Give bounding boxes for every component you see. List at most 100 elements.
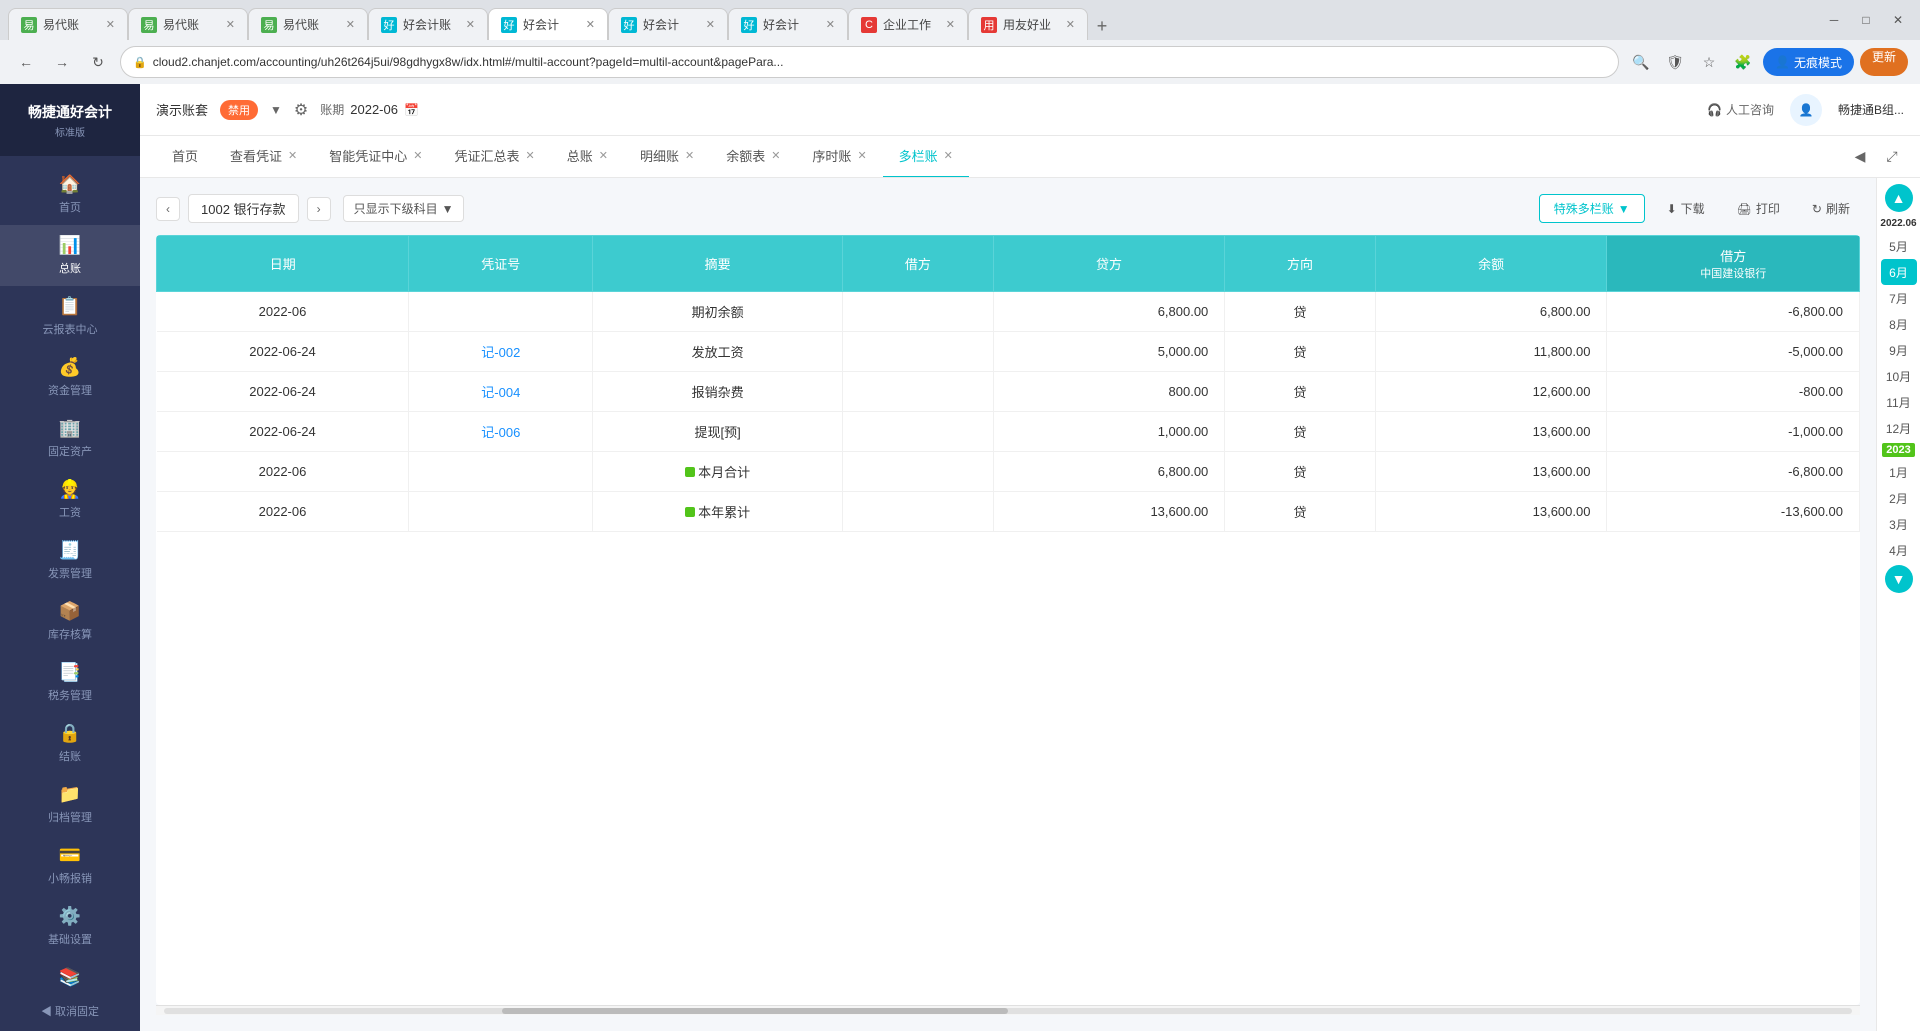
browser-tab-8[interactable]: C 企业工作 ✕ bbox=[848, 8, 968, 40]
download-button[interactable]: ⬇ 下载 bbox=[1657, 195, 1715, 222]
refresh-button[interactable]: ↻ 刷新 bbox=[1802, 195, 1860, 222]
tab-close-icon[interactable]: ✕ bbox=[226, 18, 235, 31]
sidebar-item-inventory[interactable]: 📦 库存核算 bbox=[0, 591, 140, 652]
sidebar-item-archive[interactable]: 📁 归档管理 bbox=[0, 774, 140, 835]
sidebar-pin-button[interactable]: ◀ 取消固定 bbox=[0, 991, 140, 1031]
sidebar-item-close[interactable]: 🔒 结账 bbox=[0, 713, 140, 774]
sidebar-item-report[interactable]: 📋 云报表中心 bbox=[0, 286, 140, 347]
subcategory-filter[interactable]: 只显示下级科目 ▼ bbox=[343, 195, 465, 222]
content-tab-首页[interactable]: 首页 bbox=[156, 136, 214, 178]
tab-close-icon[interactable]: ✕ bbox=[826, 18, 835, 31]
sidebar-item-settings[interactable]: ⚙️ 基础设置 bbox=[0, 896, 140, 957]
tab-close-x-icon[interactable]: ✕ bbox=[288, 149, 297, 162]
tab-close-icon[interactable]: ✕ bbox=[106, 18, 115, 31]
browser-tab-4[interactable]: 好 好会计账 ✕ bbox=[368, 8, 488, 40]
shield-icon[interactable]: 🛡 bbox=[1661, 48, 1689, 76]
tab-close-x-icon[interactable]: ✕ bbox=[685, 149, 694, 162]
close-button[interactable]: ✕ bbox=[1884, 8, 1912, 32]
sidebar-item-expense[interactable]: 💳 小畅报销 bbox=[0, 835, 140, 896]
content-tab-智能凭证中心[interactable]: 智能凭证中心 ✕ bbox=[313, 136, 438, 178]
calendar-month-2023-1月[interactable]: 1月 bbox=[1881, 459, 1917, 485]
voucher-link[interactable]: 记-006 bbox=[481, 425, 520, 440]
calendar-scroll-up[interactable]: ▲ bbox=[1885, 184, 1913, 212]
calendar-icon[interactable]: 📅 bbox=[404, 103, 419, 117]
sidebar-item-asset[interactable]: 🏢 固定资产 bbox=[0, 408, 140, 469]
tab-close-x-icon[interactable]: ✕ bbox=[771, 149, 780, 162]
new-tab-button[interactable]: + bbox=[1088, 12, 1116, 40]
star-icon[interactable]: ☆ bbox=[1695, 48, 1723, 76]
search-icon[interactable]: 🔍 bbox=[1627, 48, 1655, 76]
calendar-month-6月[interactable]: 6月 bbox=[1881, 259, 1917, 285]
user-avatar[interactable]: 👤 bbox=[1790, 94, 1822, 126]
tab-close-icon[interactable]: ✕ bbox=[586, 18, 595, 31]
browser-tab-6[interactable]: 好 好会计 ✕ bbox=[608, 8, 728, 40]
dropdown-icon[interactable]: ▼ bbox=[270, 103, 282, 117]
address-bar[interactable]: 🔒 cloud2.chanjet.com/accounting/uh26t264… bbox=[120, 46, 1619, 78]
content-tab-序时账[interactable]: 序时账 ✕ bbox=[796, 136, 882, 178]
calendar-month-2023-4月[interactable]: 4月 bbox=[1881, 537, 1917, 563]
ai-consult-button[interactable]: 🎧 人工咨询 bbox=[1707, 101, 1774, 118]
calendar-month-11月[interactable]: 11月 bbox=[1881, 389, 1917, 415]
tab-close-icon[interactable]: ✕ bbox=[1066, 18, 1075, 31]
content-tab-凭证汇总表[interactable]: 凭证汇总表 ✕ bbox=[438, 136, 550, 178]
browser-tab-7[interactable]: 好 好会计 ✕ bbox=[728, 8, 848, 40]
tab-close-x-icon[interactable]: ✕ bbox=[526, 149, 535, 162]
incognito-button[interactable]: 👤 无痕模式 bbox=[1763, 48, 1854, 76]
multi-col-button[interactable]: 特殊多栏账 ▼ bbox=[1539, 194, 1645, 223]
tab-close-icon[interactable]: ✕ bbox=[466, 18, 475, 31]
content-tab-明细账[interactable]: 明细账 ✕ bbox=[624, 136, 710, 178]
calendar-month-8月[interactable]: 8月 bbox=[1881, 311, 1917, 337]
content-tab-查看凭证[interactable]: 查看凭证 ✕ bbox=[214, 136, 313, 178]
browser-tab-9[interactable]: 用 用友好业 ✕ bbox=[968, 8, 1088, 40]
tab-close-icon[interactable]: ✕ bbox=[946, 18, 955, 31]
calendar-month-2023-2月[interactable]: 2月 bbox=[1881, 485, 1917, 511]
expand-icon[interactable]: ⤢ bbox=[1880, 145, 1904, 169]
forward-button[interactable]: → bbox=[48, 48, 76, 76]
sidebar-item-home[interactable]: 🏠 首页 bbox=[0, 164, 140, 225]
tab-close-icon[interactable]: ✕ bbox=[706, 18, 715, 31]
user-name[interactable]: 畅捷通B组... bbox=[1838, 101, 1904, 118]
content-tab-总账[interactable]: 总账 ✕ bbox=[551, 136, 624, 178]
tab-close-icon[interactable]: ✕ bbox=[346, 18, 355, 31]
back-button[interactable]: ← bbox=[12, 48, 40, 76]
sidebar-item-guide[interactable]: 📚 新手引导 bbox=[0, 957, 140, 991]
reload-button[interactable]: ↻ bbox=[84, 48, 112, 76]
horizontal-scrollbar[interactable] bbox=[156, 1005, 1860, 1015]
calendar-month-12月[interactable]: 12月 bbox=[1881, 415, 1917, 441]
browser-tab-2[interactable]: 易 易代账 ✕ bbox=[128, 8, 248, 40]
update-button[interactable]: 更新 bbox=[1860, 48, 1908, 76]
extensions-icon[interactable]: 🧩 bbox=[1729, 48, 1757, 76]
print-button[interactable]: 🖨 打印 bbox=[1727, 195, 1790, 222]
content-tab-余额表[interactable]: 余额表 ✕ bbox=[710, 136, 796, 178]
maximize-button[interactable]: □ bbox=[1852, 8, 1880, 32]
browser-tab-1[interactable]: 易 易代账 ✕ bbox=[8, 8, 128, 40]
tab-close-x-icon[interactable]: ✕ bbox=[944, 149, 953, 162]
tab-close-x-icon[interactable]: ✕ bbox=[599, 149, 608, 162]
sidebar-item-capital[interactable]: 💰 资金管理 bbox=[0, 347, 140, 408]
browser-tab-3[interactable]: 易 易代账 ✕ bbox=[248, 8, 368, 40]
calendar-month-7月[interactable]: 7月 bbox=[1881, 285, 1917, 311]
settings-icon[interactable]: ⚙ bbox=[294, 100, 308, 120]
calendar-month-10月[interactable]: 10月 bbox=[1881, 363, 1917, 389]
prev-account-button[interactable]: ‹ bbox=[156, 197, 180, 221]
calendar-month-5月[interactable]: 5月 bbox=[1881, 233, 1917, 259]
browser-tab-5[interactable]: 好 好会计 ✕ bbox=[488, 8, 608, 40]
voucher-link[interactable]: 记-002 bbox=[481, 345, 520, 360]
demo-badge[interactable]: 禁用 bbox=[220, 100, 258, 120]
calendar-month-2023-3月[interactable]: 3月 bbox=[1881, 511, 1917, 537]
sidebar-item-payroll[interactable]: 👷 工资 bbox=[0, 469, 140, 530]
collapse-left-icon[interactable]: ◀ bbox=[1848, 145, 1872, 169]
tab-close-x-icon[interactable]: ✕ bbox=[857, 149, 866, 162]
minimize-button[interactable]: ─ bbox=[1820, 8, 1848, 32]
tab-close-x-icon[interactable]: ✕ bbox=[413, 149, 422, 162]
voucher-link[interactable]: 记-004 bbox=[481, 385, 520, 400]
next-account-button[interactable]: › bbox=[307, 197, 331, 221]
calendar-month-9月[interactable]: 9月 bbox=[1881, 337, 1917, 363]
content-tab-多栏账[interactable]: 多栏账 ✕ bbox=[883, 136, 969, 178]
scroll-thumb[interactable] bbox=[502, 1008, 1008, 1014]
sidebar-item-tax[interactable]: 📑 税务管理 bbox=[0, 652, 140, 713]
sidebar-item-ledger[interactable]: 📊 总账 bbox=[0, 225, 140, 286]
calendar-scroll-down[interactable]: ▼ bbox=[1885, 565, 1913, 593]
sidebar-item-invoice[interactable]: 🧾 发票管理 bbox=[0, 530, 140, 591]
cell-debit bbox=[843, 372, 994, 412]
